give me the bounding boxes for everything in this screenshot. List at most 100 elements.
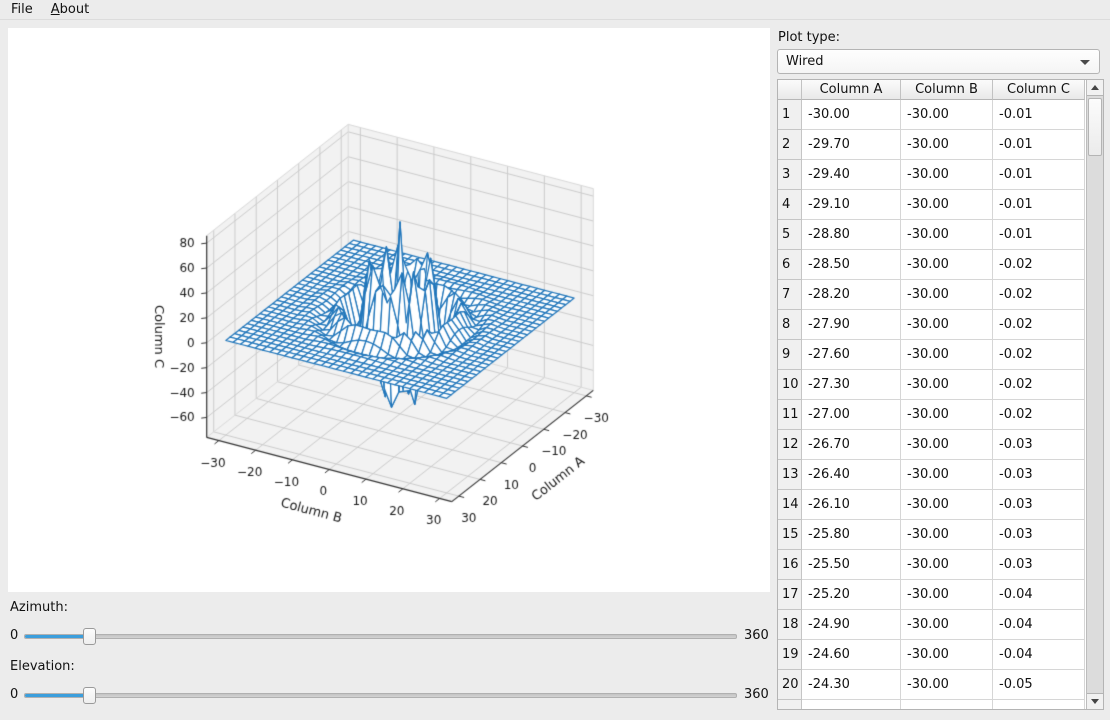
table-cell[interactable]: -0.01: [993, 220, 1085, 250]
plot-type-combobox[interactable]: Wired: [777, 49, 1100, 74]
table-cell[interactable]: [901, 700, 993, 710]
table-cell[interactable]: -30.00: [901, 130, 993, 160]
table-cell[interactable]: -0.01: [993, 160, 1085, 190]
header-cell-column-a[interactable]: Column A: [802, 80, 901, 100]
table-cell[interactable]: -30.00: [901, 220, 993, 250]
row-number-cell[interactable]: 2: [778, 130, 802, 160]
table-cell[interactable]: -30.00: [901, 340, 993, 370]
table-cell[interactable]: -30.00: [901, 400, 993, 430]
table-cell[interactable]: -30.00: [901, 610, 993, 640]
table-cell[interactable]: -0.03: [993, 460, 1085, 490]
table-cell[interactable]: -28.80: [802, 220, 901, 250]
table-row[interactable]: 2-29.70-30.00-0.01: [778, 130, 1085, 160]
table-row[interactable]: 17-25.20-30.00-0.04: [778, 580, 1085, 610]
row-number-cell[interactable]: 8: [778, 310, 802, 340]
table-cell[interactable]: -30.00: [901, 670, 993, 700]
row-number-cell[interactable]: 17: [778, 580, 802, 610]
row-number-cell[interactable]: 9: [778, 340, 802, 370]
row-number-cell[interactable]: 20: [778, 670, 802, 700]
menu-item-file[interactable]: File: [2, 1, 42, 18]
table-row[interactable]: 12-26.70-30.00-0.03: [778, 430, 1085, 460]
table-cell[interactable]: -30.00: [901, 430, 993, 460]
table-cell[interactable]: -28.50: [802, 250, 901, 280]
vertical-scrollbar[interactable]: [1086, 80, 1103, 709]
table-cell[interactable]: -0.01: [993, 190, 1085, 220]
row-number-cell[interactable]: 14: [778, 490, 802, 520]
table-cell[interactable]: -27.60: [802, 340, 901, 370]
table-cell[interactable]: -30.00: [901, 160, 993, 190]
menu-item-about[interactable]: About: [42, 1, 98, 18]
table-row[interactable]: 9-27.60-30.00-0.02: [778, 340, 1085, 370]
table-cell[interactable]: -0.03: [993, 550, 1085, 580]
row-number-cell[interactable]: 1: [778, 100, 802, 130]
table-row[interactable]: 14-26.10-30.00-0.03: [778, 490, 1085, 520]
table-cell[interactable]: -0.01: [993, 100, 1085, 130]
table-row[interactable]: 4-29.10-30.00-0.01: [778, 190, 1085, 220]
table-cell[interactable]: -0.03: [993, 490, 1085, 520]
scroll-up-button[interactable]: [1087, 80, 1103, 96]
row-number-cell[interactable]: [778, 700, 802, 710]
elevation-slider[interactable]: [24, 693, 737, 698]
table-cell[interactable]: [802, 700, 901, 710]
table-row[interactable]: 6-28.50-30.00-0.02: [778, 250, 1085, 280]
table-cell[interactable]: -0.02: [993, 250, 1085, 280]
table-cell[interactable]: -27.30: [802, 370, 901, 400]
header-cell-column-c[interactable]: Column C: [993, 80, 1085, 100]
row-number-cell[interactable]: 6: [778, 250, 802, 280]
table-cell[interactable]: -29.70: [802, 130, 901, 160]
table-cell[interactable]: -0.04: [993, 610, 1085, 640]
row-number-cell[interactable]: 11: [778, 400, 802, 430]
row-number-cell[interactable]: 5: [778, 220, 802, 250]
row-number-cell[interactable]: 3: [778, 160, 802, 190]
table-cell[interactable]: -26.40: [802, 460, 901, 490]
table-cell[interactable]: -30.00: [802, 100, 901, 130]
table-cell[interactable]: -0.02: [993, 280, 1085, 310]
table-cell[interactable]: -30.00: [901, 580, 993, 610]
table-row[interactable]: [778, 700, 1085, 710]
table-cell[interactable]: -0.05: [993, 670, 1085, 700]
table-cell[interactable]: -30.00: [901, 490, 993, 520]
table-row[interactable]: 18-24.90-30.00-0.04: [778, 610, 1085, 640]
table-cell[interactable]: -25.80: [802, 520, 901, 550]
table-cell[interactable]: -28.20: [802, 280, 901, 310]
table-cell[interactable]: -0.02: [993, 400, 1085, 430]
scrollbar-thumb[interactable]: [1088, 98, 1102, 156]
table-cell[interactable]: -25.20: [802, 580, 901, 610]
header-cell-column-b[interactable]: Column B: [901, 80, 993, 100]
table-cell[interactable]: -24.30: [802, 670, 901, 700]
table-cell[interactable]: -0.02: [993, 370, 1085, 400]
table-row[interactable]: 8-27.90-30.00-0.02: [778, 310, 1085, 340]
table-cell[interactable]: -25.50: [802, 550, 901, 580]
table-row[interactable]: 20-24.30-30.00-0.05: [778, 670, 1085, 700]
row-number-cell[interactable]: 10: [778, 370, 802, 400]
table-row[interactable]: 11-27.00-30.00-0.02: [778, 400, 1085, 430]
table-cell[interactable]: -0.03: [993, 520, 1085, 550]
row-number-cell[interactable]: 15: [778, 520, 802, 550]
table-cell[interactable]: -26.10: [802, 490, 901, 520]
table-cell[interactable]: -0.04: [993, 580, 1085, 610]
table-row[interactable]: 5-28.80-30.00-0.01: [778, 220, 1085, 250]
table-cell[interactable]: -30.00: [901, 280, 993, 310]
table-cell[interactable]: -30.00: [901, 550, 993, 580]
table-cell[interactable]: -27.90: [802, 310, 901, 340]
table-cell[interactable]: -30.00: [901, 640, 993, 670]
table-cell[interactable]: -24.90: [802, 610, 901, 640]
table-cell[interactable]: -29.10: [802, 190, 901, 220]
elevation-slider-handle[interactable]: [83, 687, 96, 704]
azimuth-slider-handle[interactable]: [83, 628, 96, 645]
plot-canvas[interactable]: [8, 28, 770, 592]
table-row[interactable]: 15-25.80-30.00-0.03: [778, 520, 1085, 550]
table-cell[interactable]: -30.00: [901, 100, 993, 130]
row-number-cell[interactable]: 7: [778, 280, 802, 310]
row-number-cell[interactable]: 16: [778, 550, 802, 580]
table-cell[interactable]: -0.01: [993, 130, 1085, 160]
table-cell[interactable]: -27.00: [802, 400, 901, 430]
table-cell[interactable]: -30.00: [901, 460, 993, 490]
row-number-cell[interactable]: 18: [778, 610, 802, 640]
azimuth-slider[interactable]: [24, 634, 737, 639]
table-row[interactable]: 16-25.50-30.00-0.03: [778, 550, 1085, 580]
table-row[interactable]: 1-30.00-30.00-0.01: [778, 100, 1085, 130]
table-cell[interactable]: -30.00: [901, 190, 993, 220]
table-cell[interactable]: -0.02: [993, 310, 1085, 340]
table-row[interactable]: 7-28.20-30.00-0.02: [778, 280, 1085, 310]
